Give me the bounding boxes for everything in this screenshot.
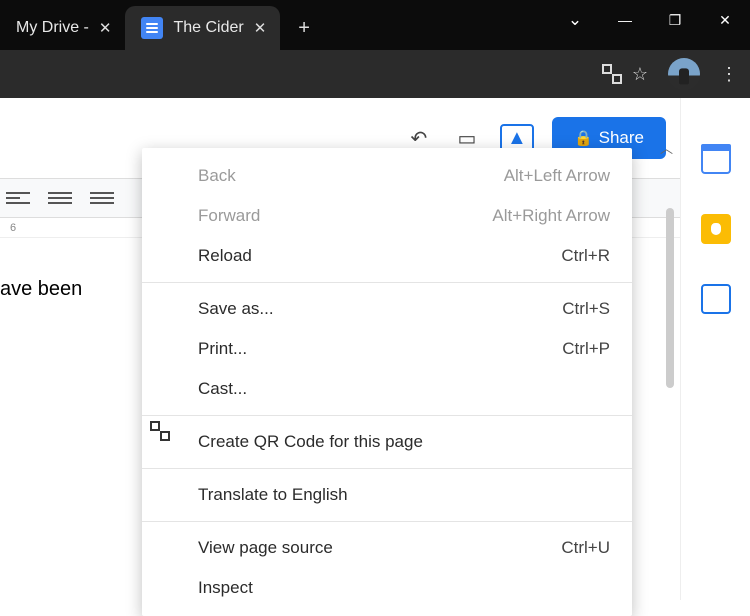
bookmark-star-icon[interactable]: ☆ [632,64,648,85]
tasks-app-icon[interactable]: ✔ [701,284,731,314]
ctx-label: Print... [198,339,247,359]
ctx-print[interactable]: Print... Ctrl+P [142,329,632,369]
lock-icon: 🔒 [574,129,593,147]
ctx-label: View page source [198,538,333,558]
ctx-label: Save as... [198,299,274,319]
ctx-reload[interactable]: Reload Ctrl+R [142,236,632,276]
ctx-label: Create QR Code for this page [198,432,423,452]
browser-menu-icon[interactable]: ⋮ [720,64,738,85]
scroll-up-arrow[interactable]: ︿ [660,138,678,156]
ctx-shortcut: Ctrl+P [562,339,610,359]
qr-code-icon [160,431,182,453]
keep-app-icon[interactable] [701,214,731,244]
ctx-label: Reload [198,246,252,266]
ctx-forward: Forward Alt+Right Arrow [142,196,632,236]
window-controls: ⌄ — ❐ ✕ [550,0,750,40]
tab-the-cider[interactable]: The Cider ✕ [125,6,280,50]
line-spacing-icon[interactable] [90,186,114,210]
new-tab-button[interactable]: + [280,17,328,50]
ctx-shortcut: Ctrl+S [562,299,610,319]
ctx-separator [142,521,632,522]
ctx-separator [142,415,632,416]
tab-title: My Drive - [16,19,89,37]
align-justify-icon[interactable] [48,186,72,210]
close-tab-icon[interactable]: ✕ [99,19,112,37]
ctx-label: Forward [198,206,260,226]
ctx-separator [142,282,632,283]
ctx-shortcut: Alt+Right Arrow [492,206,610,226]
tab-title: The Cider [173,19,243,37]
ctx-translate[interactable]: Translate to English [142,475,632,515]
ctx-label: Cast... [198,379,247,399]
ctx-create-qr[interactable]: Create QR Code for this page [142,422,632,462]
ctx-shortcut: Ctrl+R [561,246,610,266]
minimize-button[interactable]: — [600,0,650,40]
maximize-button[interactable]: ❐ [650,0,700,40]
ctx-save-as[interactable]: Save as... Ctrl+S [142,289,632,329]
browser-titlebar: My Drive - ✕ The Cider ✕ + ⌄ — ❐ ✕ [0,0,750,50]
align-left-icon[interactable] [6,186,30,210]
ctx-inspect[interactable]: Inspect [142,568,632,608]
ctx-back: Back Alt+Left Arrow [142,156,632,196]
ctx-shortcut: Ctrl+U [561,538,610,558]
ctx-label: Back [198,166,236,186]
add-addon-button[interactable]: + [701,354,731,384]
ctx-separator [142,468,632,469]
close-window-button[interactable]: ✕ [700,0,750,40]
context-menu: Back Alt+Left Arrow Forward Alt+Right Ar… [142,148,632,616]
scrollbar-thumb[interactable] [666,208,674,388]
ctx-label: Translate to English [198,485,348,505]
ctx-label: Inspect [198,578,253,598]
tab-search-button[interactable]: ⌄ [550,0,600,40]
browser-toolbar: ☆ ⋮ [0,50,750,98]
ctx-cast[interactable]: Cast... [142,369,632,409]
share-label: Share [599,128,644,148]
side-panel-rail: 31 ✔ + [680,98,750,600]
ruler-mark: 6 [10,222,16,234]
close-tab-icon[interactable]: ✕ [254,19,267,37]
tab-my-drive[interactable]: My Drive - ✕ [0,6,125,50]
calendar-app-icon[interactable]: 31 [701,144,731,174]
profile-avatar[interactable] [668,58,700,90]
ctx-view-source[interactable]: View page source Ctrl+U [142,528,632,568]
ctx-shortcut: Alt+Left Arrow [504,166,610,186]
google-docs-icon [141,17,163,39]
